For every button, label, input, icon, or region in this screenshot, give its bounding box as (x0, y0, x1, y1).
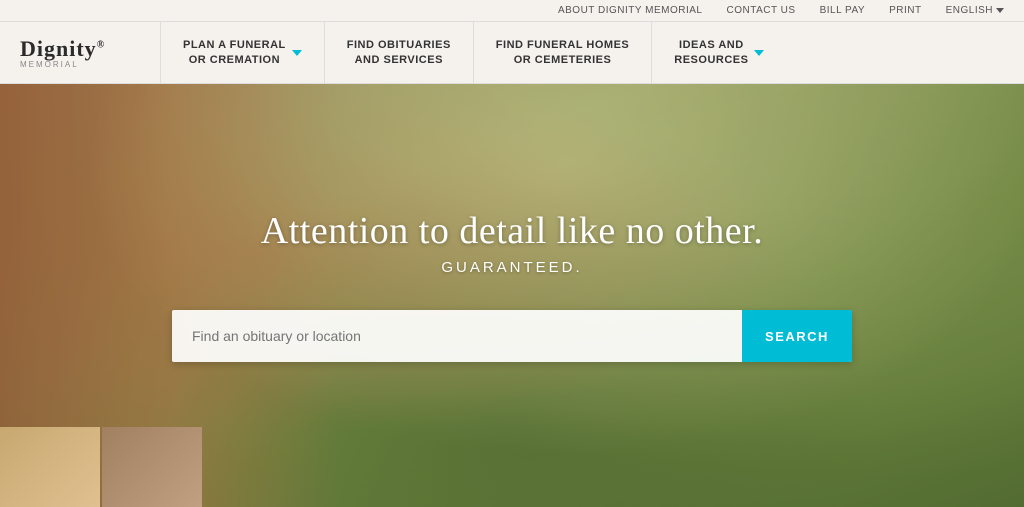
about-link[interactable]: ABOUT DIGNITY MEMORIAL (558, 5, 703, 16)
bottom-thumbnails (0, 427, 202, 507)
ideas-chevron-icon (754, 50, 764, 56)
nav-item-obituaries[interactable]: FIND OBITUARIESAND SERVICES (324, 22, 473, 83)
language-selector[interactable]: ENGLISH (946, 5, 1004, 16)
contact-link[interactable]: CONTACT US (727, 5, 796, 16)
thumbnail-1[interactable] (0, 427, 100, 507)
nav-items: PLAN A FUNERALOR CREMATION FIND OBITUARI… (160, 22, 1024, 83)
search-button[interactable]: SEARCH (742, 310, 852, 362)
print-link[interactable]: PRINT (889, 5, 922, 16)
billpay-link[interactable]: BILL PAY (820, 5, 866, 16)
english-label[interactable]: ENGLISH (946, 5, 993, 16)
thumbnail-2[interactable] (102, 427, 202, 507)
nav-item-homes[interactable]: FIND FUNERAL HOMESOR CEMETERIES (473, 22, 651, 83)
hero-headline: Attention to detail like no other. (261, 209, 763, 253)
plan-chevron-icon (292, 50, 302, 56)
search-bar: SEARCH (172, 310, 852, 362)
logo-brand: Dignity® (20, 36, 160, 62)
search-input[interactable] (172, 310, 742, 362)
language-chevron-icon (996, 8, 1004, 13)
hero-section: Attention to detail like no other. GUARA… (0, 84, 1024, 507)
hero-subheadline: GUARANTEED. (441, 259, 582, 276)
logo[interactable]: Dignity® MEMORIAL (0, 36, 160, 69)
nav-item-plan[interactable]: PLAN A FUNERALOR CREMATION (160, 22, 324, 83)
main-nav: Dignity® MEMORIAL PLAN A FUNERALOR CREMA… (0, 22, 1024, 84)
nav-item-ideas[interactable]: IDEAS ANDRESOURCES (651, 22, 786, 83)
top-bar: ABOUT DIGNITY MEMORIAL CONTACT US BILL P… (0, 0, 1024, 22)
